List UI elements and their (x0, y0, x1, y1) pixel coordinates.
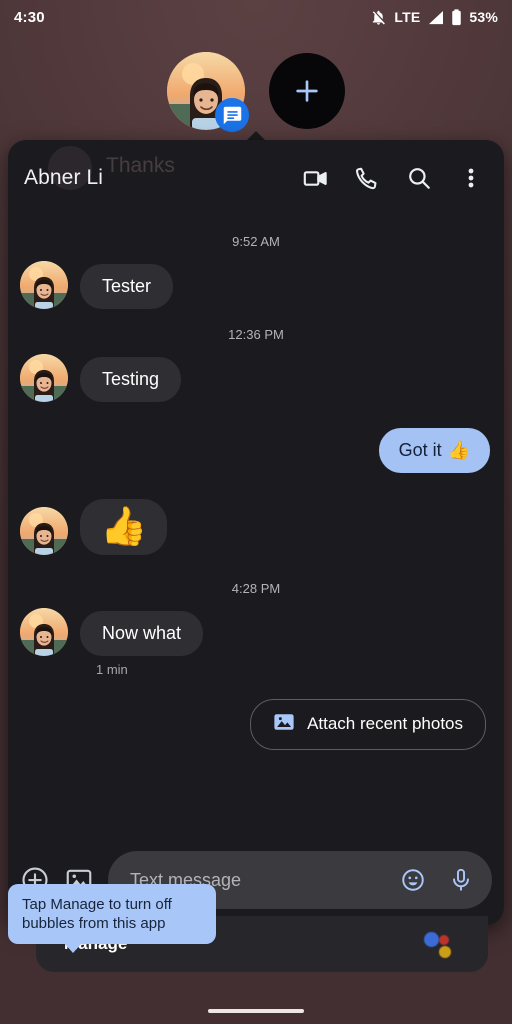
avatar (20, 354, 68, 402)
message-bubble[interactable]: Testing (80, 357, 182, 402)
chat-header: Abner Li (8, 140, 504, 216)
status-time: 4:30 (14, 8, 45, 26)
message-row-incoming[interactable]: Now what (20, 607, 490, 656)
suggestion-chip-attach-photos[interactable]: Attach recent photos (250, 698, 486, 750)
bubbles-tooltip[interactable]: Tap Manage to turn off bubbles from this… (8, 884, 216, 954)
image-icon (273, 711, 295, 738)
message-bubble[interactable]: Tester (80, 264, 174, 309)
tooltip-text: Tap Manage to turn off bubbles from this… (22, 896, 172, 933)
phone-icon[interactable] (350, 161, 384, 195)
message-list[interactable]: 9:52 AM Tester 12:36 PM Testing Got it 👍… (8, 216, 504, 925)
battery-percent-label: 53% (469, 9, 498, 25)
timestamp-separator: 4:28 PM (231, 580, 281, 596)
video-camera-icon[interactable] (298, 161, 332, 195)
page-title: Abner Li (24, 166, 104, 189)
message-bubble-emoji[interactable]: 👍 (80, 499, 168, 555)
timestamp-separator: 12:36 PM (228, 327, 284, 342)
tooltip-arrow (64, 943, 82, 954)
bubble-pointer-caret (247, 131, 265, 140)
expanded-bubble-window: Thanks Abner Li 9:52 AM Tester 12:36 PM … (8, 140, 504, 925)
suggestion-chip-row: Attach recent photos (22, 698, 490, 750)
overflow-menu-icon[interactable] (454, 161, 488, 195)
microphone-icon[interactable] (448, 867, 474, 893)
bubble-contact-avatar[interactable] (167, 52, 249, 132)
message-row-incoming[interactable]: Testing (20, 354, 490, 402)
messages-app-icon (215, 98, 249, 132)
avatar (20, 506, 68, 555)
add-bubble-button[interactable] (269, 53, 345, 129)
message-delivery-status: 1 min (96, 661, 128, 677)
avatar (20, 607, 68, 656)
message-row-incoming-emoji[interactable]: 👍 (20, 499, 490, 555)
phone-screen: 4:30 LTE 53% Thanks Abner Li 9:52 AM Tes… (0, 0, 512, 1024)
header-actions (298, 161, 488, 195)
input-trailing-icons (400, 867, 474, 893)
signal-icon (427, 10, 444, 25)
suggestion-chip-label: Attach recent photos (307, 714, 463, 734)
search-icon[interactable] (402, 161, 436, 195)
message-row-incoming[interactable]: Tester (20, 261, 490, 309)
notifications-off-icon (370, 9, 387, 26)
status-icons: LTE 53% (370, 8, 498, 26)
bubble-row (0, 52, 512, 132)
timestamp-separator: 9:52 AM (232, 234, 280, 249)
emoji-icon[interactable] (400, 867, 426, 893)
message-bubble[interactable]: Now what (80, 610, 204, 656)
status-bar: 4:30 LTE 53% (0, 0, 512, 34)
message-bubble-sent[interactable]: Got it 👍 (378, 428, 490, 473)
battery-icon (451, 8, 462, 26)
home-indicator[interactable] (208, 1009, 304, 1013)
avatar (20, 261, 68, 309)
message-row-outgoing[interactable]: Got it 👍 (22, 428, 490, 473)
thumbs-up-emoji: 👍 (447, 440, 470, 461)
network-type-label: LTE (394, 9, 421, 25)
google-assistant-dots-icon (424, 930, 466, 958)
message-text: Got it (398, 440, 442, 460)
